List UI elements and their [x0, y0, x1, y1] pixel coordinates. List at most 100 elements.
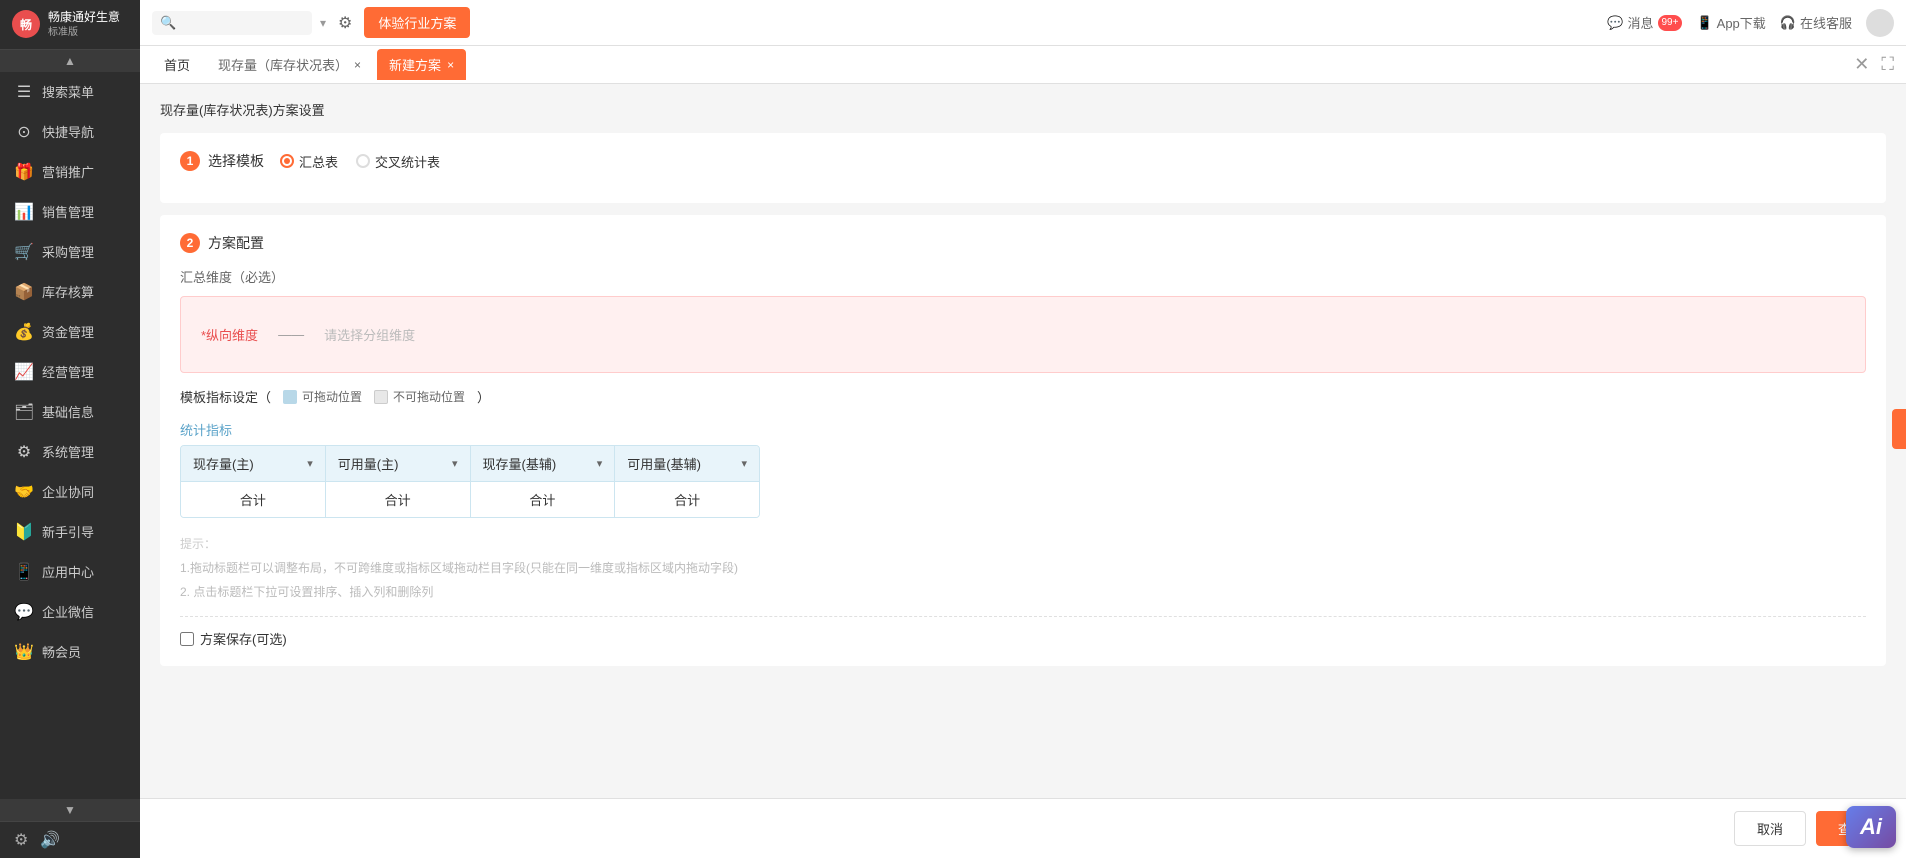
- sidebar-item-system[interactable]: ⚙ 系统管理: [0, 432, 140, 472]
- close-panel-icon[interactable]: ✕: [1854, 54, 1869, 75]
- sidebar-item-sales[interactable]: 📊 销售管理: [0, 192, 140, 232]
- sidebar-item-finance[interactable]: 💰 资金管理: [0, 312, 140, 352]
- stats-col-1-chevron[interactable]: ▾: [452, 457, 458, 470]
- ai-badge[interactable]: Ai: [1846, 806, 1896, 848]
- tab-home-label: 首页: [164, 55, 190, 74]
- topbar-right: 💬 消息 99+ 📱 App下载 🎧 在线客服: [1607, 9, 1894, 37]
- sidebar-item-wechat[interactable]: 💬 企业微信: [0, 592, 140, 632]
- tab-inventory-label: 现存量（库存状况表）: [218, 55, 348, 74]
- page-content: 现存量(库存状况表)方案设置 1 选择模板 汇总表 交叉统计表: [140, 84, 1906, 798]
- volume-icon[interactable]: 🔊: [40, 830, 60, 850]
- sidebar-item-member[interactable]: 👑 畅会员: [0, 632, 140, 672]
- logo-icon: 畅: [12, 10, 40, 38]
- stats-cell-0: 合计: [181, 482, 326, 517]
- stats-col-2[interactable]: 现存量(基辅) ▾: [471, 446, 616, 481]
- save-checkbox[interactable]: [180, 632, 194, 646]
- fixed-legend-box: [374, 390, 388, 404]
- step1-header: 1 选择模板 汇总表 交叉统计表: [180, 151, 1866, 171]
- section-divider: [180, 616, 1866, 617]
- cooperation-icon: 🤝: [14, 482, 34, 502]
- service-label: 在线客服: [1800, 13, 1852, 32]
- dimension-alert-area[interactable]: *纵向维度 —— 请选择分组维度: [180, 296, 1866, 373]
- online-service-button[interactable]: 🎧 在线客服: [1780, 13, 1852, 32]
- right-edge-tab[interactable]: [1892, 409, 1906, 449]
- stats-col-2-label: 现存量(基辅): [483, 454, 557, 473]
- member-icon: 👑: [14, 642, 34, 662]
- sidebar-item-label: 企业微信: [42, 602, 94, 621]
- indicator-settings: 模板指标设定（ 可拖动位置 不可拖动位置 ）: [180, 387, 1866, 406]
- sidebar-item-marketing[interactable]: 🎁 营销推广: [0, 152, 140, 192]
- radio-summary-dot: [280, 154, 294, 168]
- legend-fixed: 不可拖动位置: [374, 388, 465, 405]
- expand-icon[interactable]: ⛶: [1881, 54, 1894, 75]
- sidebar-item-label: 销售管理: [42, 202, 94, 221]
- fixed-legend-label: 不可拖动位置: [393, 388, 465, 405]
- sidebar-item-new-guide[interactable]: 🔰 新手引导: [0, 512, 140, 552]
- sidebar-item-cooperation[interactable]: 🤝 企业协同: [0, 472, 140, 512]
- radio-summary[interactable]: 汇总表: [280, 152, 338, 171]
- stats-col-0-label: 现存量(主): [193, 454, 254, 473]
- save-checkbox-label: 方案保存(可选): [200, 629, 287, 648]
- trial-button[interactable]: 体验行业方案: [364, 7, 470, 38]
- page-title: 现存量(库存状况表)方案设置: [160, 100, 1886, 119]
- sidebar-item-inventory[interactable]: 📦 库存核算: [0, 272, 140, 312]
- sidebar-nav: ☰ 搜索菜单 ⊙ 快捷导航 🎁 营销推广 📊 销售管理 🛒 采购管理 📦 库存核…: [0, 72, 140, 799]
- tab-inventory[interactable]: 现存量（库存状况表） ×: [206, 49, 373, 80]
- stats-cell-2: 合计: [471, 482, 616, 517]
- cancel-button[interactable]: 取消: [1734, 811, 1806, 846]
- stats-col-3[interactable]: 可用量(基辅) ▾: [615, 446, 759, 481]
- tip-item-1: 2. 点击标题栏下拉可设置排序、插入列和删除列: [180, 580, 1866, 604]
- sidebar-item-operations[interactable]: 📈 经营管理: [0, 352, 140, 392]
- sidebar-item-quick-nav[interactable]: ⊙ 快捷导航: [0, 112, 140, 152]
- phone-icon: 📱: [1696, 15, 1712, 31]
- headset-icon: 🎧: [1780, 15, 1796, 31]
- marketing-icon: 🎁: [14, 162, 34, 182]
- tabs-bar: 首页 现存量（库存状况表） × 新建方案 × ✕ ⛶: [140, 46, 1906, 84]
- stats-label: 统计指标: [180, 420, 1866, 439]
- sidebar-item-label: 基础信息: [42, 402, 94, 421]
- sidebar-logo: 畅 畅康通好生意 标准版: [0, 0, 140, 50]
- message-button[interactable]: 💬 消息 99+: [1607, 13, 1682, 32]
- sidebar-scroll-up[interactable]: ▲: [0, 50, 140, 72]
- search-input[interactable]: [182, 16, 282, 30]
- sidebar-scroll-down[interactable]: ▼: [0, 799, 140, 821]
- sidebar-item-label: 搜索菜单: [42, 82, 94, 101]
- tab-new-plan-close-icon[interactable]: ×: [447, 58, 454, 72]
- tab-new-plan[interactable]: 新建方案 ×: [377, 49, 466, 80]
- sidebar-item-label: 营销推广: [42, 162, 94, 181]
- topbar-search-box[interactable]: 🔍: [152, 11, 312, 35]
- sidebar-item-search-menu[interactable]: ☰ 搜索菜单: [0, 72, 140, 112]
- stats-cell-1: 合计: [326, 482, 471, 517]
- sidebar-item-app-center[interactable]: 📱 应用中心: [0, 552, 140, 592]
- sidebar-item-label: 经营管理: [42, 362, 94, 381]
- close-paren: ）: [477, 387, 490, 406]
- stats-col-0-chevron[interactable]: ▾: [307, 457, 313, 470]
- search-chevron-icon[interactable]: ▾: [320, 16, 326, 30]
- inventory-icon: 📦: [14, 282, 34, 302]
- stats-section: 统计指标 现存量(主) ▾ 可用量(主) ▾: [180, 420, 1866, 518]
- settings-icon[interactable]: ⚙: [14, 830, 28, 850]
- stats-col-3-chevron[interactable]: ▾: [741, 457, 747, 470]
- step2-section: 2 方案配置 汇总维度（必选） *纵向维度 —— 请选择分组维度 模板指标设定（: [160, 215, 1886, 666]
- stats-col-2-chevron[interactable]: ▾: [597, 457, 603, 470]
- stats-col-1[interactable]: 可用量(主) ▾: [326, 446, 471, 481]
- app-download-button[interactable]: 📱 App下载: [1696, 13, 1765, 32]
- dimension-placeholder: 请选择分组维度: [324, 325, 415, 344]
- radio-summary-label: 汇总表: [299, 152, 338, 171]
- message-label: 消息: [1627, 13, 1653, 32]
- message-badge: 99+: [1658, 15, 1683, 31]
- step1-title: 选择模板: [208, 151, 264, 171]
- app-center-icon: 📱: [14, 562, 34, 582]
- stats-table: 现存量(主) ▾ 可用量(主) ▾ 现存量(基辅) ▾: [180, 445, 760, 518]
- radio-cross[interactable]: 交叉统计表: [356, 152, 440, 171]
- tab-home[interactable]: 首页: [152, 49, 202, 80]
- stats-col-0[interactable]: 现存量(主) ▾: [181, 446, 326, 481]
- topbar-gear-icon[interactable]: ⚙: [338, 13, 352, 33]
- app-download-label: App下载: [1717, 13, 1766, 32]
- sidebar-item-basic-info[interactable]: 🗂 基础信息: [0, 392, 140, 432]
- sidebar-item-purchase[interactable]: 🛒 采购管理: [0, 232, 140, 272]
- draggable-legend-label: 可拖动位置: [302, 388, 362, 405]
- required-dimension-label: *纵向维度: [201, 325, 258, 344]
- tab-inventory-close-icon[interactable]: ×: [354, 58, 361, 72]
- user-avatar[interactable]: [1866, 9, 1894, 37]
